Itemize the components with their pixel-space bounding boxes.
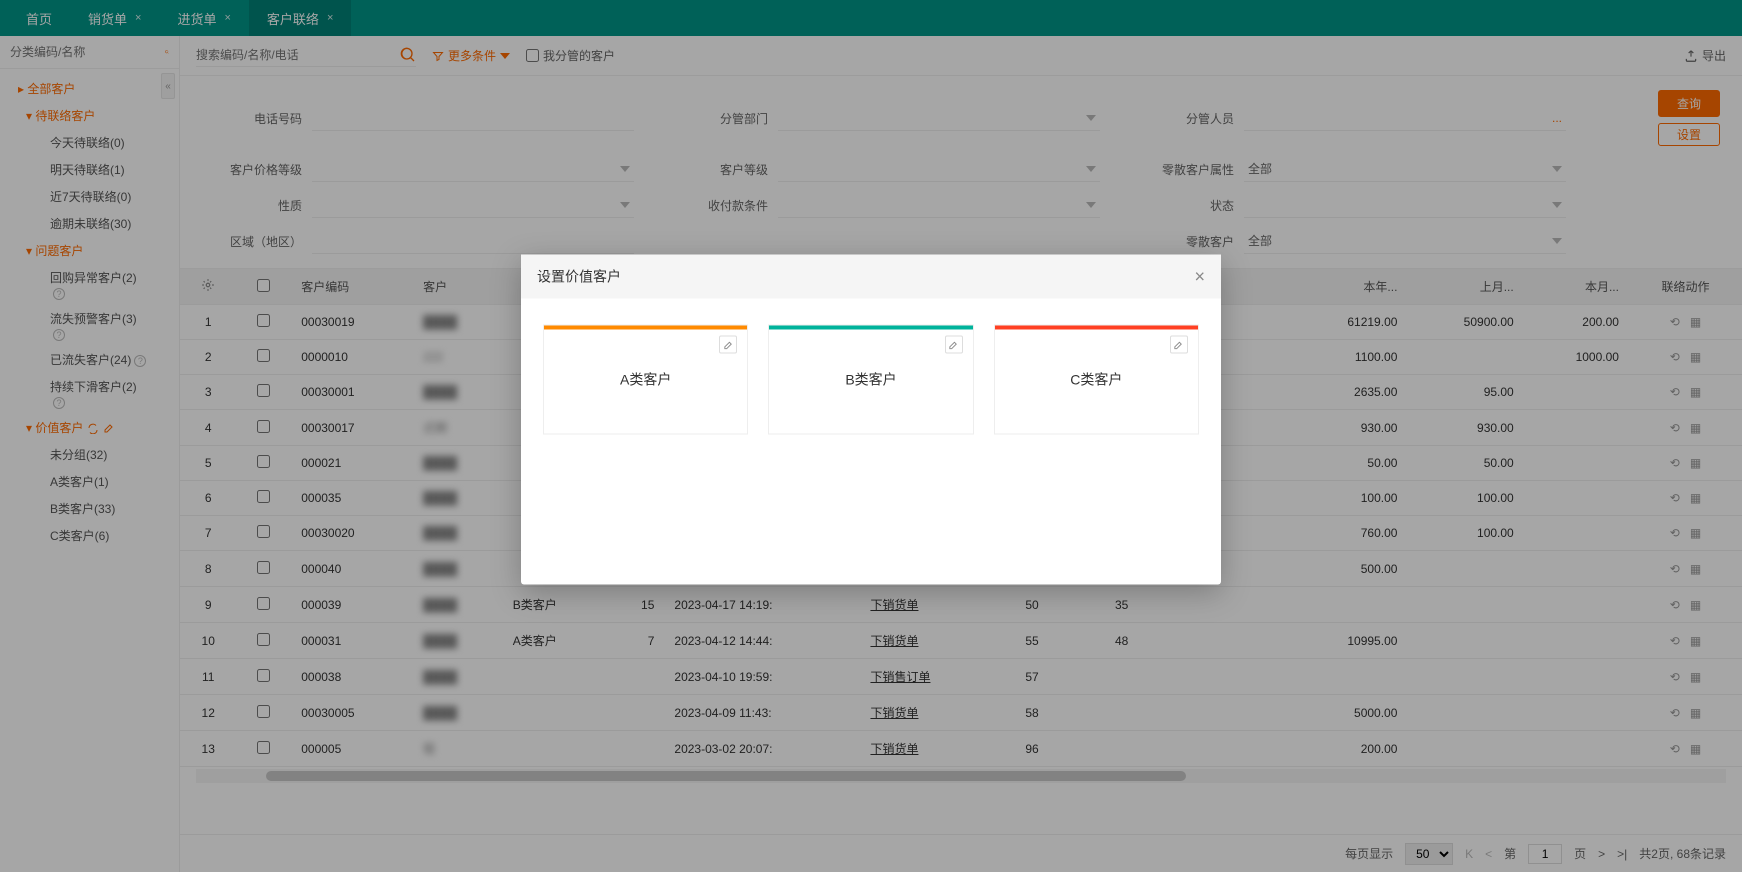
modal-header: 设置价值客户 ×: [521, 255, 1221, 299]
edit-icon: [1173, 339, 1184, 350]
edit-card-button[interactable]: [719, 336, 737, 354]
edit-card-button[interactable]: [1170, 336, 1188, 354]
edit-card-button[interactable]: [945, 336, 963, 354]
value-card-b[interactable]: B类客户: [768, 325, 973, 435]
value-card-c[interactable]: C类客户: [994, 325, 1199, 435]
edit-icon: [723, 339, 734, 350]
modal-title: 设置价值客户: [537, 267, 621, 287]
card-label: C类客户: [1070, 370, 1122, 390]
card-stripe: [995, 326, 1198, 330]
card-label: B类客户: [845, 370, 896, 390]
card-stripe: [769, 326, 972, 330]
modal-close-button[interactable]: ×: [1194, 266, 1205, 287]
value-card-a[interactable]: A类客户: [543, 325, 748, 435]
card-stripe: [544, 326, 747, 330]
value-customer-modal: 设置价值客户 × A类客户 B类客户 C类客户: [521, 255, 1221, 585]
modal-body: A类客户 B类客户 C类客户: [521, 299, 1221, 585]
card-label: A类客户: [620, 370, 671, 390]
edit-icon: [948, 339, 959, 350]
